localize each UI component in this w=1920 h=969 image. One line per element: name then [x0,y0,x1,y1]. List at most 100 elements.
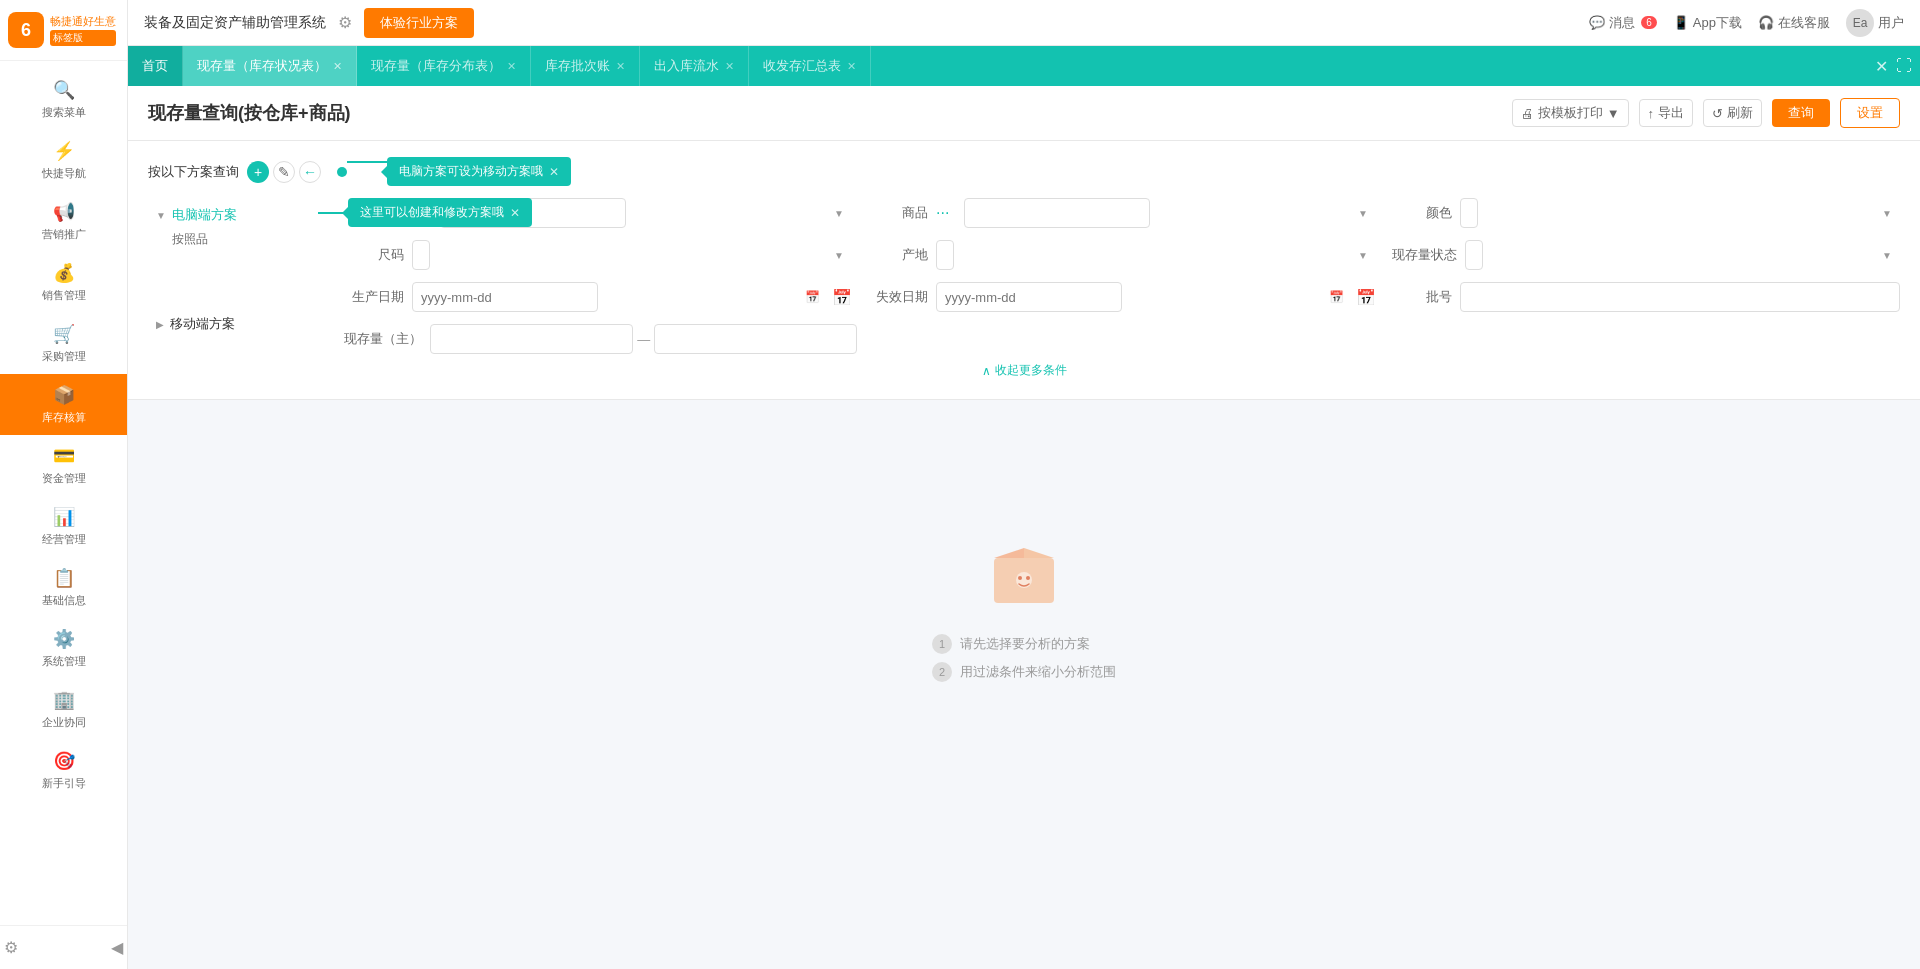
tooltip2-close-btn[interactable]: ✕ [510,206,520,220]
tab-inventory-status[interactable]: 现存量（库存状况表） ✕ [183,46,357,86]
stock-qty-from-input[interactable] [430,324,633,354]
svg-point-3 [1026,576,1030,580]
chevron-up-icon: ∧ [982,364,991,378]
tooltip2-text: 这里可以创建和修改方案哦 [360,204,504,221]
user-item[interactable]: Ea 用户 [1846,9,1904,37]
sidebar-item-finance[interactable]: 💳 资金管理 [0,435,127,496]
mobile-scheme-label: 移动端方案 [170,315,235,333]
message-badge: 6 [1641,16,1657,29]
close-all-tabs-icon[interactable]: ✕ [1875,57,1888,76]
scheme-sub-item[interactable]: 按照品 [148,228,328,251]
tab-inventory-dist[interactable]: 现存量（库存分布表） ✕ [357,46,531,86]
online-support-item[interactable]: 🎧 在线客服 [1758,14,1830,32]
refresh-btn[interactable]: ↺ 刷新 [1703,99,1762,127]
collapse-btn[interactable]: ∧ 收起更多条件 [982,362,1067,379]
search-btn[interactable]: 查询 [1772,99,1830,127]
filter-row-3: 生产日期 📅 失效日期 [344,282,1900,312]
sidebar-item-operation[interactable]: 📊 经营管理 [0,496,127,557]
trial-btn[interactable]: 体验行业方案 [364,8,474,38]
sidebar-item-marketing[interactable]: 📢 营销推广 [0,191,127,252]
expand-icon[interactable]: ⛶ [1896,57,1912,75]
message-item[interactable]: 💬 消息 6 [1589,14,1657,32]
filter-prod-date: 生产日期 📅 [344,282,852,312]
color-label: 颜色 [1392,204,1452,222]
tab-recv-summary[interactable]: 收发存汇总表 ✕ [749,46,871,86]
origin-select[interactable] [936,240,954,270]
sidebar-item-basic-info[interactable]: 📋 基础信息 [0,557,127,618]
sidebar-item-guide[interactable]: 🎯 新手引导 [0,740,127,801]
goods-select-wrapper [964,198,1376,228]
sidebar-item-label: 快捷导航 [42,166,86,181]
sidebar-item-sales[interactable]: 💰 销售管理 [0,252,127,313]
tab-close-icon[interactable]: ✕ [847,60,856,73]
sidebar-item-label: 系统管理 [42,654,86,669]
sidebar-item-purchase[interactable]: 🛒 采购管理 [0,313,127,374]
batch-input[interactable] [1460,282,1900,312]
sidebar-item-inventory[interactable]: 📦 库存核算 [0,374,127,435]
prod-date-label: 生产日期 [344,288,404,306]
header-gear-icon[interactable]: ⚙ [338,13,352,32]
prev-scheme-btn[interactable]: ← [299,161,321,183]
size-select[interactable] [412,240,430,270]
sidebar-item-quick-nav[interactable]: ⚡ 快捷导航 [0,130,127,191]
size-label: 尺码 [344,246,404,264]
step-1-text: 请先选择要分析的方案 [960,635,1090,653]
search-icon: 🔍 [53,79,75,101]
filter-header: 按以下方案查询 + ✎ ← 电脑方案可设为移动方案哦 ✕ [148,157,1900,186]
tab-close-icon[interactable]: ✕ [616,60,625,73]
connector-dot [337,167,347,177]
tab-close-icon[interactable]: ✕ [333,60,342,73]
tab-batch-ledger[interactable]: 库存批次账 ✕ [531,46,640,86]
settings-btn[interactable]: 设置 [1840,98,1900,128]
tooltip-close-btn[interactable]: ✕ [549,165,559,179]
online-support-label: 在线客服 [1778,14,1830,32]
tab-inout-flow[interactable]: 出入库流水 ✕ [640,46,749,86]
sidebar-item-label: 资金管理 [42,471,86,486]
tab-close-icon[interactable]: ✕ [507,60,516,73]
filter-goods: 商品 ··· [868,198,1376,228]
stock-qty-to-input[interactable] [654,324,857,354]
color-select[interactable] [1460,198,1478,228]
results-area: 1 请先选择要分析的方案 2 用过滤条件来缩小分析范围 [128,400,1920,800]
collapse-sidebar-icon[interactable]: ◀ [111,938,123,957]
sidebar-item-search[interactable]: 🔍 搜索菜单 [0,69,127,130]
settings-bottom-icon[interactable]: ⚙ [4,938,18,957]
color-select-wrapper [1460,198,1900,228]
batch-label: 批号 [1392,288,1452,306]
expire-date-from-wrapper [936,282,1352,312]
tab-close-icon[interactable]: ✕ [725,60,734,73]
empty-illustration [974,518,1074,618]
scheme-tooltip2: 这里可以创建和修改方案哦 ✕ [348,198,532,227]
basic-info-icon: 📋 [53,567,75,589]
stock-status-select[interactable] [1465,240,1483,270]
filter-expire-date: 失效日期 📅 [868,282,1376,312]
app-download-label: App下载 [1693,14,1742,32]
goods-dots[interactable]: ··· [936,204,956,222]
sidebar-item-label: 销售管理 [42,288,86,303]
expire-calendar-icon: 📅 [1356,288,1376,307]
sidebar-item-enterprise[interactable]: 🏢 企业协同 [0,679,127,740]
tree-expand-icon: ▼ [156,210,166,221]
add-scheme-btn[interactable]: + [247,161,269,183]
app-download-item[interactable]: 📱 App下载 [1673,14,1742,32]
page-title: 现存量查询(按仓库+商品) [148,101,351,137]
goods-input[interactable] [964,198,1150,228]
print-template-btn[interactable]: 🖨 按模板打印 ▼ [1512,99,1629,127]
sidebar-item-system[interactable]: ⚙️ 系统管理 [0,618,127,679]
filter-header-label: 按以下方案查询 [148,163,239,181]
print-icon: 🖨 [1521,106,1534,121]
connector-line [347,161,387,163]
range-separator: — [637,332,650,347]
desktop-scheme-item[interactable]: ▼ 电脑端方案 [148,202,328,228]
prod-date-from-input[interactable] [412,282,598,312]
mobile-scheme-item[interactable]: ▶ 移动端方案 [148,311,328,337]
tab-home[interactable]: 首页 [128,46,183,86]
sidebar-item-label: 搜索菜单 [42,105,86,120]
sidebar-item-label: 营销推广 [42,227,86,242]
page-header: 现存量查询(按仓库+商品) 🖨 按模板打印 ▼ ↑ 导出 ↺ 刷新 [128,86,1920,141]
edit-scheme-btn[interactable]: ✎ [273,161,295,183]
export-btn[interactable]: ↑ 导出 [1639,99,1694,127]
tree-expand-icon2: ▶ [156,319,164,330]
expire-date-from-input[interactable] [936,282,1122,312]
filter-body: ▼ 电脑端方案 按照品 这里可以创建和修改方案哦 [148,198,1900,354]
